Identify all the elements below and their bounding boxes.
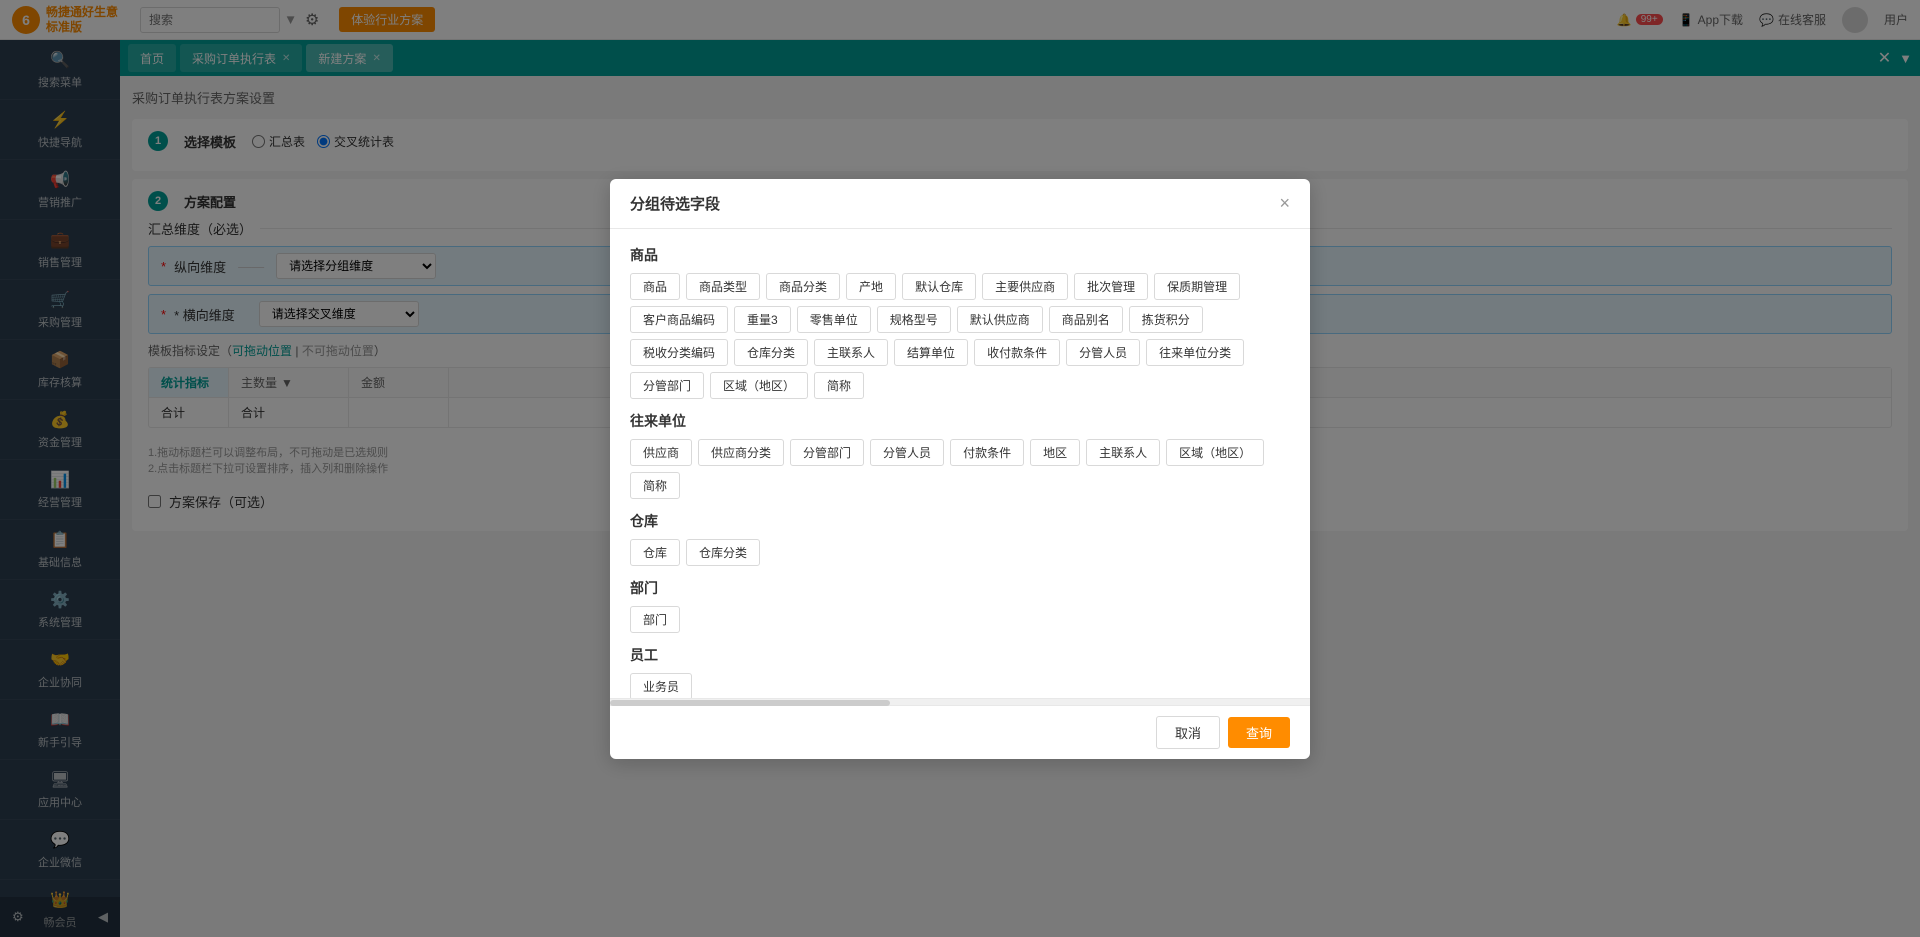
field-tag-spec[interactable]: 规格型号 [877,306,951,333]
modal-body[interactable]: 商品 商品 商品类型 商品分类 产地 默认仓库 主要供应商 批次管理 保质期管理… [610,229,1310,699]
field-tag-abbr[interactable]: 简称 [814,372,864,399]
field-tag-retail-unit[interactable]: 零售单位 [797,306,871,333]
field-tag-supplier-cat[interactable]: 供应商分类 [698,439,784,466]
field-tag-counterpart-cat[interactable]: 往来单位分类 [1146,339,1244,366]
field-tag-salesperson[interactable]: 业务员 [630,673,692,699]
field-select-modal: 分组待选字段 × 商品 商品 商品类型 商品分类 产地 默认仓库 主要供应商 批… [610,179,1310,759]
field-tag-main-supplier[interactable]: 主要供应商 [982,273,1068,300]
section-title-goods: 商品 [630,245,1290,265]
field-tag-warehouse-category[interactable]: 仓库分类 [686,539,760,566]
field-tag-goods[interactable]: 商品 [630,273,680,300]
field-tag-pick-points[interactable]: 拣货积分 [1129,306,1203,333]
field-tag-region2[interactable]: 区域（地区） [1166,439,1264,466]
field-tag-manage-dept[interactable]: 分管部门 [790,439,864,466]
horizontal-scroll-thumb[interactable] [610,700,890,706]
section-title-dept: 部门 [630,578,1290,598]
modal-overlay: 分组待选字段 × 商品 商品 商品类型 商品分类 产地 默认仓库 主要供应商 批… [0,0,1920,937]
field-tag-region[interactable]: 区域（地区） [710,372,808,399]
field-tag-manage-person[interactable]: 分管人员 [870,439,944,466]
field-tag-warehouse[interactable]: 仓库 [630,539,680,566]
field-tag-weight[interactable]: 重量3 [734,306,791,333]
field-tag-dept[interactable]: 分管部门 [630,372,704,399]
counterpart-fields: 供应商 供应商分类 分管部门 分管人员 付款条件 地区 主联系人 区域（地区） … [630,439,1290,499]
field-tag-area[interactable]: 地区 [1030,439,1080,466]
modal-close-button[interactable]: × [1279,194,1290,212]
modal-footer: 取消 查询 [610,705,1310,759]
field-tag-default-warehouse[interactable]: 默认仓库 [902,273,976,300]
section-title-counterpart: 往来单位 [630,411,1290,431]
field-tag-payment-terms[interactable]: 收付款条件 [974,339,1060,366]
field-tag-origin[interactable]: 产地 [846,273,896,300]
modal-title: 分组待选字段 [630,193,720,214]
field-tag-default-supplier[interactable]: 默认供应商 [957,306,1043,333]
field-tag-manager[interactable]: 分管人员 [1066,339,1140,366]
field-tag-department[interactable]: 部门 [630,606,680,633]
field-tag-tax-code[interactable]: 税收分类编码 [630,339,728,366]
modal-horizontal-scrollbar[interactable] [610,698,1310,704]
field-tag-main-contact[interactable]: 主联系人 [814,339,888,366]
section-title-warehouse: 仓库 [630,511,1290,531]
field-tag-abbr2[interactable]: 简称 [630,472,680,499]
field-tag-shelf-life[interactable]: 保质期管理 [1154,273,1240,300]
field-tag-goods-type[interactable]: 商品类型 [686,273,760,300]
modal-header: 分组待选字段 × [610,179,1310,229]
field-tag-alias[interactable]: 商品别名 [1049,306,1123,333]
field-tag-supplier[interactable]: 供应商 [630,439,692,466]
dept-fields: 部门 [630,606,1290,633]
field-tag-pay-terms[interactable]: 付款条件 [950,439,1024,466]
field-tag-goods-category[interactable]: 商品分类 [766,273,840,300]
confirm-button[interactable]: 查询 [1228,717,1290,748]
staff-fields: 业务员 [630,673,1290,699]
goods-fields: 商品 商品类型 商品分类 产地 默认仓库 主要供应商 批次管理 保质期管理 客户… [630,273,1290,399]
field-tag-batch[interactable]: 批次管理 [1074,273,1148,300]
field-tag-warehouse-cat[interactable]: 仓库分类 [734,339,808,366]
field-tag-customer-code[interactable]: 客户商品编码 [630,306,728,333]
field-tag-main-contact2[interactable]: 主联系人 [1086,439,1160,466]
cancel-button[interactable]: 取消 [1156,716,1220,749]
warehouse-fields: 仓库 仓库分类 [630,539,1290,566]
field-tag-settle-unit[interactable]: 结算单位 [894,339,968,366]
section-title-staff: 员工 [630,645,1290,665]
